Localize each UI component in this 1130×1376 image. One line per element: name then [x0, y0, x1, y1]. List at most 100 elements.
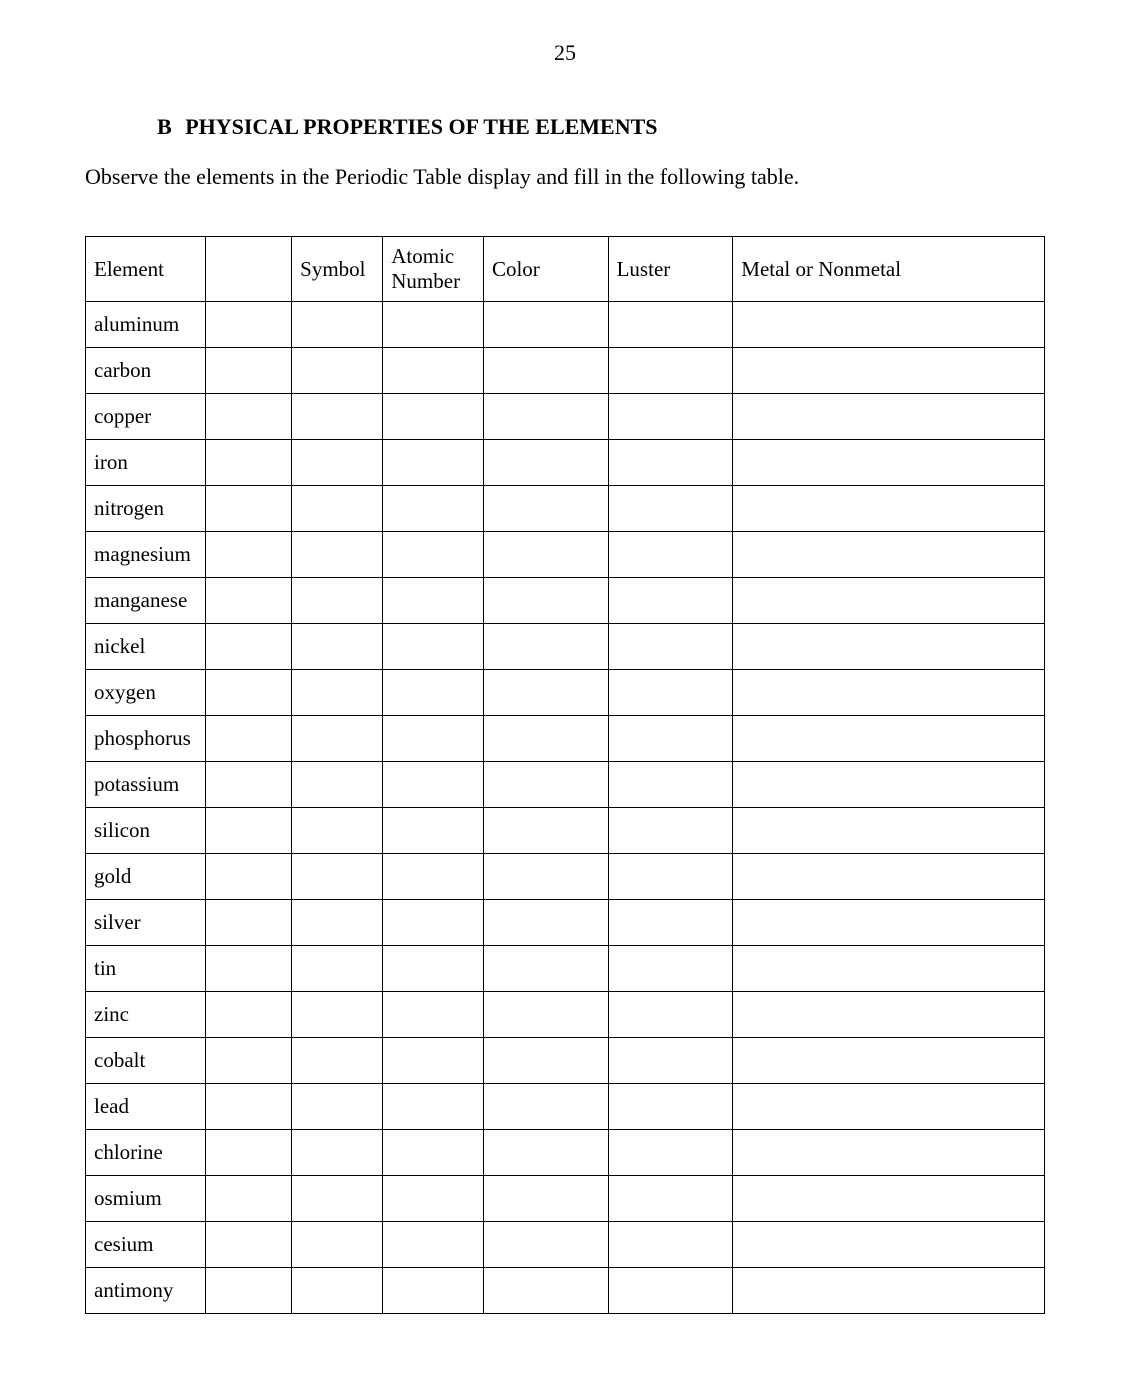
cell-symbol[interactable]	[292, 440, 383, 486]
cell-metal-or-nonmetal[interactable]	[733, 946, 1045, 992]
cell-luster[interactable]	[608, 624, 733, 670]
cell-symbol[interactable]	[292, 854, 383, 900]
cell-symbol[interactable]	[292, 900, 383, 946]
cell-atomic-number[interactable]	[383, 624, 484, 670]
cell-luster[interactable]	[608, 1222, 733, 1268]
cell-luster[interactable]	[608, 348, 733, 394]
cell-atomic-number[interactable]	[383, 854, 484, 900]
cell-symbol[interactable]	[292, 1268, 383, 1314]
cell-color[interactable]	[483, 992, 608, 1038]
cell-metal-or-nonmetal[interactable]	[733, 808, 1045, 854]
cell-metal-or-nonmetal[interactable]	[733, 1038, 1045, 1084]
cell-color[interactable]	[483, 1038, 608, 1084]
cell-metal-or-nonmetal[interactable]	[733, 1084, 1045, 1130]
cell-symbol[interactable]	[292, 486, 383, 532]
cell-atomic-number[interactable]	[383, 1176, 484, 1222]
cell-color[interactable]	[483, 578, 608, 624]
cell-atomic-number[interactable]	[383, 808, 484, 854]
cell-blank[interactable]	[205, 808, 291, 854]
cell-symbol[interactable]	[292, 1038, 383, 1084]
cell-symbol[interactable]	[292, 716, 383, 762]
cell-color[interactable]	[483, 1222, 608, 1268]
cell-metal-or-nonmetal[interactable]	[733, 440, 1045, 486]
cell-atomic-number[interactable]	[383, 670, 484, 716]
cell-atomic-number[interactable]	[383, 348, 484, 394]
cell-atomic-number[interactable]	[383, 946, 484, 992]
cell-luster[interactable]	[608, 1084, 733, 1130]
cell-color[interactable]	[483, 302, 608, 348]
cell-luster[interactable]	[608, 486, 733, 532]
cell-color[interactable]	[483, 1130, 608, 1176]
cell-luster[interactable]	[608, 1130, 733, 1176]
cell-color[interactable]	[483, 348, 608, 394]
cell-metal-or-nonmetal[interactable]	[733, 532, 1045, 578]
cell-metal-or-nonmetal[interactable]	[733, 302, 1045, 348]
cell-luster[interactable]	[608, 1268, 733, 1314]
cell-luster[interactable]	[608, 992, 733, 1038]
cell-metal-or-nonmetal[interactable]	[733, 1176, 1045, 1222]
cell-blank[interactable]	[205, 302, 291, 348]
cell-metal-or-nonmetal[interactable]	[733, 1268, 1045, 1314]
cell-color[interactable]	[483, 1176, 608, 1222]
cell-metal-or-nonmetal[interactable]	[733, 578, 1045, 624]
cell-symbol[interactable]	[292, 578, 383, 624]
cell-symbol[interactable]	[292, 532, 383, 578]
cell-color[interactable]	[483, 670, 608, 716]
cell-blank[interactable]	[205, 1130, 291, 1176]
cell-blank[interactable]	[205, 762, 291, 808]
cell-luster[interactable]	[608, 532, 733, 578]
cell-metal-or-nonmetal[interactable]	[733, 854, 1045, 900]
cell-color[interactable]	[483, 440, 608, 486]
cell-symbol[interactable]	[292, 1084, 383, 1130]
cell-color[interactable]	[483, 624, 608, 670]
cell-blank[interactable]	[205, 900, 291, 946]
cell-symbol[interactable]	[292, 1222, 383, 1268]
cell-blank[interactable]	[205, 670, 291, 716]
cell-blank[interactable]	[205, 1038, 291, 1084]
cell-symbol[interactable]	[292, 670, 383, 716]
cell-blank[interactable]	[205, 1176, 291, 1222]
cell-symbol[interactable]	[292, 762, 383, 808]
cell-luster[interactable]	[608, 808, 733, 854]
cell-symbol[interactable]	[292, 1130, 383, 1176]
cell-atomic-number[interactable]	[383, 1268, 484, 1314]
cell-luster[interactable]	[608, 762, 733, 808]
cell-blank[interactable]	[205, 946, 291, 992]
cell-luster[interactable]	[608, 394, 733, 440]
cell-metal-or-nonmetal[interactable]	[733, 762, 1045, 808]
cell-luster[interactable]	[608, 854, 733, 900]
cell-atomic-number[interactable]	[383, 302, 484, 348]
cell-symbol[interactable]	[292, 992, 383, 1038]
cell-color[interactable]	[483, 808, 608, 854]
cell-metal-or-nonmetal[interactable]	[733, 394, 1045, 440]
cell-atomic-number[interactable]	[383, 1222, 484, 1268]
cell-luster[interactable]	[608, 1038, 733, 1084]
cell-color[interactable]	[483, 762, 608, 808]
cell-metal-or-nonmetal[interactable]	[733, 900, 1045, 946]
cell-atomic-number[interactable]	[383, 394, 484, 440]
cell-symbol[interactable]	[292, 348, 383, 394]
cell-atomic-number[interactable]	[383, 440, 484, 486]
cell-blank[interactable]	[205, 854, 291, 900]
cell-symbol[interactable]	[292, 394, 383, 440]
cell-color[interactable]	[483, 854, 608, 900]
cell-symbol[interactable]	[292, 808, 383, 854]
cell-blank[interactable]	[205, 578, 291, 624]
cell-color[interactable]	[483, 486, 608, 532]
cell-luster[interactable]	[608, 716, 733, 762]
cell-blank[interactable]	[205, 348, 291, 394]
cell-luster[interactable]	[608, 900, 733, 946]
cell-blank[interactable]	[205, 992, 291, 1038]
cell-atomic-number[interactable]	[383, 762, 484, 808]
cell-luster[interactable]	[608, 1176, 733, 1222]
cell-symbol[interactable]	[292, 1176, 383, 1222]
cell-blank[interactable]	[205, 1084, 291, 1130]
cell-atomic-number[interactable]	[383, 532, 484, 578]
cell-atomic-number[interactable]	[383, 578, 484, 624]
cell-blank[interactable]	[205, 1222, 291, 1268]
cell-atomic-number[interactable]	[383, 716, 484, 762]
cell-metal-or-nonmetal[interactable]	[733, 348, 1045, 394]
cell-atomic-number[interactable]	[383, 992, 484, 1038]
cell-blank[interactable]	[205, 394, 291, 440]
cell-metal-or-nonmetal[interactable]	[733, 486, 1045, 532]
